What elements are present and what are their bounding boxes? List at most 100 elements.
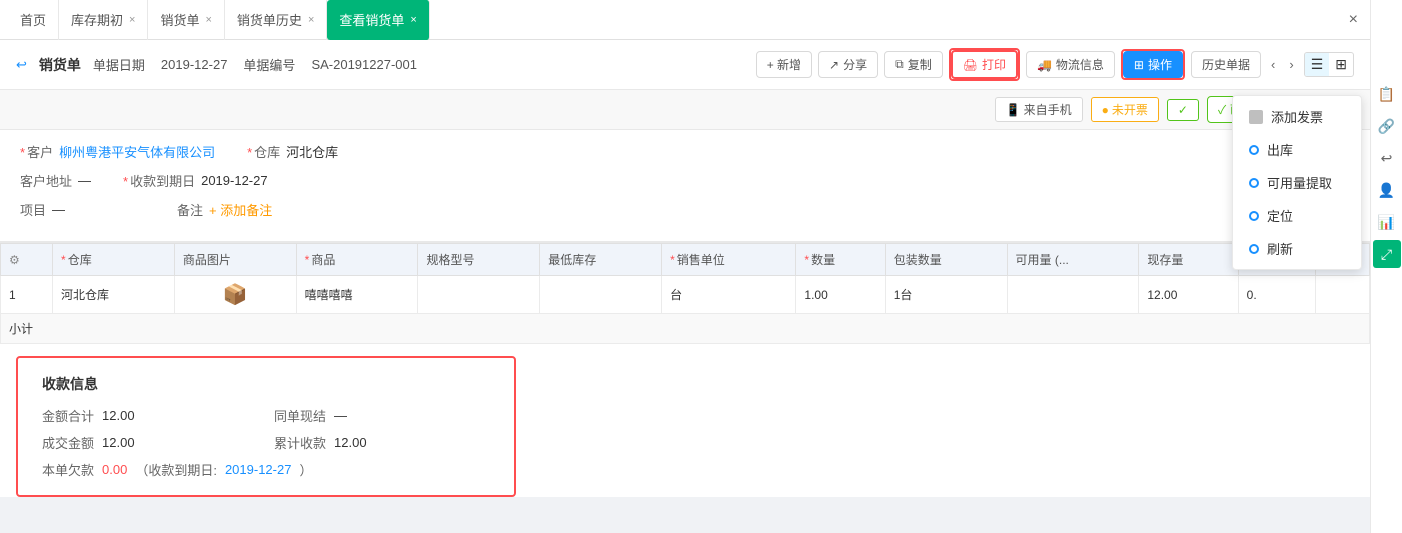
doc-header: ↩ 销货单 单据日期 2019-12-27 单据编号 SA-20191227-0… bbox=[0, 40, 1370, 90]
th-product: *商品 bbox=[296, 244, 418, 276]
customer-field: *客户 柳州粤港平安气体有限公司 bbox=[20, 142, 215, 161]
cell-unit-price: 0. bbox=[1238, 276, 1315, 314]
ops-highlight: ⊞ 操作 bbox=[1121, 49, 1185, 80]
sidebar-user-icon[interactable]: 👤 bbox=[1373, 176, 1401, 204]
copy-button[interactable]: ⧉ 复制 bbox=[884, 51, 943, 78]
doc-number-label: 单据编号 bbox=[243, 55, 295, 74]
view-toggle: ☰ ⊞ bbox=[1304, 52, 1354, 77]
nav-prev-icon[interactable]: ‹ bbox=[1267, 55, 1279, 74]
th-unit: *销售单位 bbox=[662, 244, 796, 276]
global-close-icon[interactable]: × bbox=[1349, 11, 1358, 29]
dropdown-outbound[interactable]: 出库 bbox=[1233, 133, 1361, 166]
ticket-icon: ● bbox=[1102, 103, 1109, 117]
payment-title: 收款信息 bbox=[42, 374, 490, 394]
accumulated-row: 累计收款 12.00 bbox=[274, 433, 490, 452]
tab-sales[interactable]: 销货单 × bbox=[148, 0, 224, 40]
from-phone-button[interactable]: 📱 来自手机 bbox=[995, 97, 1083, 122]
sidebar-chart-icon[interactable]: 📊 bbox=[1373, 208, 1401, 236]
cell-unit: 台 bbox=[662, 276, 796, 314]
nav-next-icon[interactable]: › bbox=[1285, 55, 1297, 74]
ops-icon: ⊞ bbox=[1134, 58, 1144, 72]
address-field: 客户地址 — bbox=[20, 171, 91, 190]
doc-meta: 单据日期 2019-12-27 单据编号 SA-20191227-001 bbox=[93, 55, 417, 74]
doc-number-value: SA-20191227-001 bbox=[311, 57, 417, 72]
right-sidebar: 📋 🔗 ↩ 👤 📊 ⤢ bbox=[1370, 0, 1402, 533]
print-icon: 🖨 bbox=[963, 58, 978, 72]
due-date-value: 2019-12-27 bbox=[201, 173, 268, 188]
close-sales-tab[interactable]: × bbox=[205, 14, 211, 26]
confirm-button[interactable]: ✓ bbox=[1167, 99, 1199, 121]
th-current-stock: 现存量 bbox=[1139, 244, 1238, 276]
warehouse-value: 河北仓库 bbox=[286, 142, 338, 161]
total-label: 金额合计 bbox=[42, 406, 94, 425]
current-owe-label: 本单欠款 bbox=[42, 460, 94, 479]
doc-header-left: ↩ 销货单 单据日期 2019-12-27 单据编号 SA-20191227-0… bbox=[16, 55, 417, 75]
add-note-button[interactable]: + 添加备注 bbox=[209, 200, 272, 219]
current-owe-row: 本单欠款 0.00 （收款到期日: 2019-12-27 ） bbox=[42, 460, 490, 479]
th-warehouse: *仓库 bbox=[53, 244, 175, 276]
sidebar-expand-icon[interactable]: ⤢ bbox=[1373, 240, 1401, 268]
dropdown-locate[interactable]: 定位 bbox=[1233, 199, 1361, 232]
cell-spec bbox=[418, 276, 540, 314]
payment-box: 收款信息 金额合计 12.00 同单现结 — 成交金额 12.00 累计收款 1… bbox=[16, 356, 516, 497]
product-table-wrap: ⚙ *仓库 商品图片 *商品 规格型号 最低库存 *销售单位 *数量 包装数量 … bbox=[0, 242, 1370, 344]
form-area: *客户 柳州粤港平安气体有限公司 *仓库 河北仓库 业务员 演示账号 客户地址 … bbox=[0, 130, 1370, 242]
close-view-sales-tab[interactable]: × bbox=[410, 14, 416, 26]
history-button[interactable]: 历史单据 bbox=[1191, 51, 1261, 78]
close-inventory-tab[interactable]: × bbox=[129, 14, 135, 26]
doc-date-value: 2019-12-27 bbox=[161, 57, 228, 72]
th-available: 可用量 (... bbox=[1007, 244, 1139, 276]
same-order-row: 同单现结 — bbox=[274, 406, 490, 425]
deal-amount-label: 成交金额 bbox=[42, 433, 94, 452]
tab-view-sales[interactable]: 查看销货单 × bbox=[327, 0, 429, 40]
form-row-1: *客户 柳州粤港平安气体有限公司 *仓库 河北仓库 业务员 演示账号 bbox=[20, 142, 1350, 161]
warehouse-field: *仓库 河北仓库 bbox=[247, 142, 338, 161]
table-header-row: ⚙ *仓库 商品图片 *商品 规格型号 最低库存 *销售单位 *数量 包装数量 … bbox=[1, 244, 1370, 276]
logistics-button[interactable]: 🚚 物流信息 bbox=[1026, 51, 1115, 78]
subtotal-row: 小计 bbox=[1, 314, 1370, 344]
ops-dropdown: 添加发票 出库 可用量提取 定位 刷新 bbox=[1232, 95, 1362, 270]
doc-date-label: 单据日期 bbox=[93, 55, 145, 74]
print-highlight: 🖨 打印 bbox=[949, 48, 1020, 81]
th-qty: *数量 bbox=[796, 244, 885, 276]
share-button[interactable]: ↗ 分享 bbox=[818, 51, 878, 78]
same-order-label: 同单现结 bbox=[274, 406, 326, 425]
grid-view-icon[interactable]: ⊞ bbox=[1329, 53, 1353, 76]
deal-amount-value: 12.00 bbox=[102, 435, 135, 450]
list-view-icon[interactable]: ☰ bbox=[1305, 53, 1330, 76]
dropdown-available-qty[interactable]: 可用量提取 bbox=[1233, 166, 1361, 199]
th-gear: ⚙ bbox=[1, 244, 53, 276]
tab-home[interactable]: 首页 bbox=[8, 0, 59, 40]
ops-button[interactable]: ⊞ 操作 bbox=[1123, 51, 1183, 78]
not-open-button[interactable]: ● 未开票 bbox=[1091, 97, 1159, 122]
tab-sales-history[interactable]: 销货单历史 × bbox=[225, 0, 327, 40]
total-value: 12.00 bbox=[102, 408, 135, 423]
current-owe-value: 0.00 bbox=[102, 462, 127, 477]
doc-actions: + 新增 ↗ 分享 ⧉ 复制 🖨 打印 🚚 物流信息 bbox=[756, 48, 1354, 81]
th-spec: 规格型号 bbox=[418, 244, 540, 276]
dropdown-refresh[interactable]: 刷新 bbox=[1233, 232, 1361, 265]
locate-icon bbox=[1249, 211, 1259, 221]
close-history-tab[interactable]: × bbox=[308, 14, 314, 26]
customer-value[interactable]: 柳州粤港平安气体有限公司 bbox=[59, 142, 215, 161]
sidebar-return-icon[interactable]: ↩ bbox=[1373, 144, 1401, 172]
tab-inventory[interactable]: 库存期初 × bbox=[59, 0, 148, 40]
dropdown-add-invoice[interactable]: 添加发票 bbox=[1233, 100, 1361, 133]
main-area: ↩ 销货单 单据日期 2019-12-27 单据编号 SA-20191227-0… bbox=[0, 40, 1370, 497]
sidebar-link-icon[interactable]: 🔗 bbox=[1373, 112, 1401, 140]
doc-title: 销货单 bbox=[39, 55, 81, 75]
th-min-stock: 最低库存 bbox=[540, 244, 662, 276]
due-date-field: *收款到期日 2019-12-27 bbox=[123, 171, 268, 190]
table-row: 1 河北仓库 📦 嘻嘻嘻嘻 台 1.00 1台 12.00 0. bbox=[1, 276, 1370, 314]
cell-current-stock: 12.00 bbox=[1139, 276, 1238, 314]
print-button[interactable]: 🖨 打印 bbox=[951, 50, 1018, 79]
new-button[interactable]: + 新增 bbox=[756, 51, 812, 78]
available-qty-icon bbox=[1249, 178, 1259, 188]
accumulated-value: 12.00 bbox=[334, 435, 367, 450]
note-field: 备注 + 添加备注 bbox=[177, 200, 272, 219]
logistics-icon: 🚚 bbox=[1037, 58, 1052, 72]
tab-bar: 首页 库存期初 × 销货单 × 销货单历史 × 查看销货单 × × bbox=[0, 0, 1370, 40]
sidebar-clipboard-icon[interactable]: 📋 bbox=[1373, 80, 1401, 108]
gear-settings-icon[interactable]: ⚙ bbox=[9, 253, 20, 267]
pay-due-date: 2019-12-27 bbox=[225, 462, 292, 477]
